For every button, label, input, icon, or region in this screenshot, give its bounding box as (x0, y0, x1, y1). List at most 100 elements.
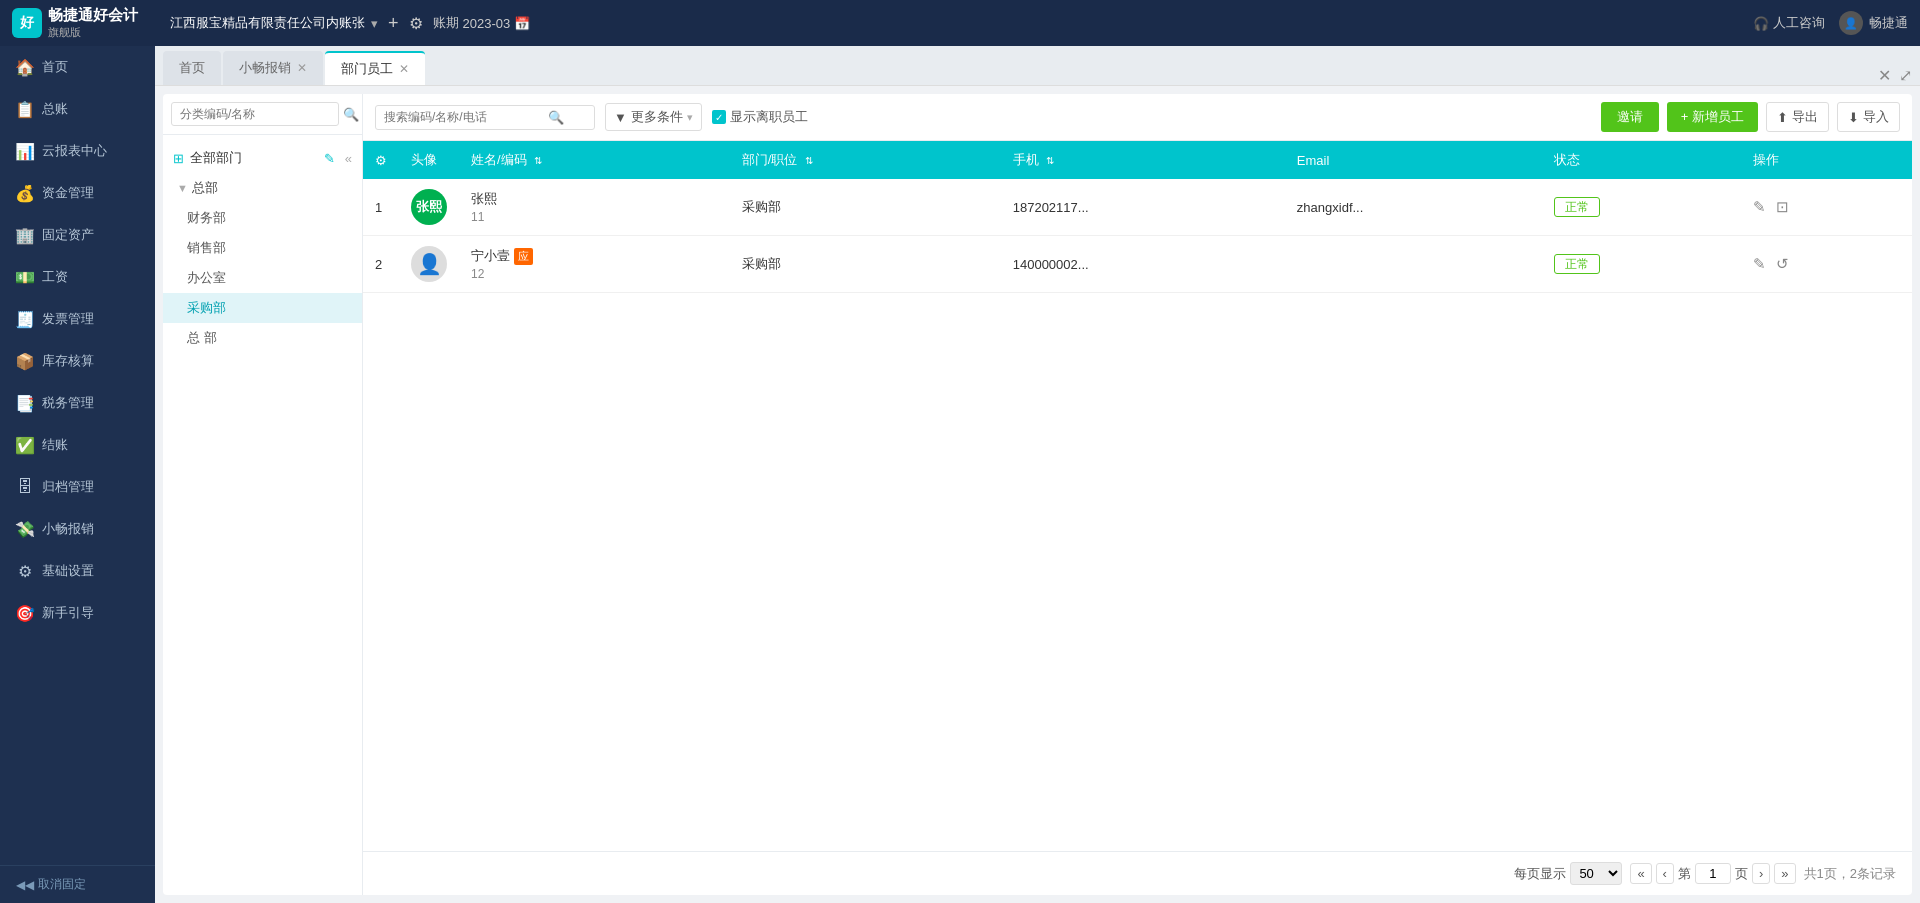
sidebar-item-label: 发票管理 (42, 310, 94, 328)
dept-node-finance[interactable]: 财务部 (163, 203, 362, 233)
tabs-bar: 首页 小畅报销 ✕ 部门员工 ✕ ✕ ⤢ (155, 46, 1920, 86)
topbar-right: 🎧 人工咨询 👤 畅捷通 (1753, 11, 1908, 35)
dept-root-all[interactable]: ⊞ 全部部门 ✎ « (163, 143, 362, 173)
page-label-suffix: 页 (1735, 865, 1748, 883)
sidebar-item-guide[interactable]: 🎯 新手引导 (0, 592, 155, 634)
assets-icon: 🏢 (16, 226, 34, 244)
dept-node-office[interactable]: 办公室 (163, 263, 362, 293)
sidebar-item-assets[interactable]: 🏢 固定资产 (0, 214, 155, 256)
sort-arrows-dept: ⇅ (805, 155, 813, 166)
sidebar-item-checkout[interactable]: ✅ 结账 (0, 424, 155, 466)
cancel-fixed-button[interactable]: ◀◀ 取消固定 (0, 865, 155, 903)
main-layout: 🏠 首页 📋 总账 📊 云报表中心 💰 资金管理 🏢 固定资产 💵 工资 🧾 发… (0, 46, 1920, 903)
dept-node-sales[interactable]: 销售部 (163, 233, 362, 263)
th-phone[interactable]: 手机 ⇅ (1001, 141, 1285, 179)
search-icon[interactable]: 🔍 (343, 107, 359, 122)
prev-page-button[interactable]: ‹ (1656, 863, 1674, 884)
sidebar-item-home[interactable]: 🏠 首页 (0, 46, 155, 88)
dept-group-label: 总部 (192, 179, 218, 197)
search-input[interactable] (384, 110, 544, 124)
first-page-button[interactable]: « (1630, 863, 1651, 884)
tab-close-icon[interactable]: ✕ (297, 61, 307, 75)
th-name[interactable]: 姓名/编码 ⇅ (459, 141, 730, 179)
show-resigned-toggle[interactable]: ✓ 显示离职员工 (712, 108, 808, 126)
th-settings[interactable]: ⚙ (363, 141, 399, 179)
calendar-icon[interactable]: 📅 (514, 16, 530, 31)
tax-icon: 📑 (16, 394, 34, 412)
row-email: zhangxidf... (1285, 179, 1542, 236)
logout-icon[interactable]: ⊡ (1776, 198, 1789, 216)
per-page-select[interactable]: 50 20 100 (1570, 862, 1622, 885)
row-status: 正常 (1542, 179, 1741, 236)
import-button[interactable]: ⬇ 导入 (1837, 102, 1900, 132)
sidebar-item-funds[interactable]: 💰 资金管理 (0, 172, 155, 214)
edit-icon[interactable]: ✎ (324, 151, 335, 166)
checkbox-resigned[interactable]: ✓ (712, 110, 726, 124)
sidebar-item-label: 库存核算 (42, 352, 94, 370)
close-tab-button[interactable]: ✕ (1878, 66, 1891, 85)
next-page-button[interactable]: › (1752, 863, 1770, 884)
settings-icon[interactable]: ⚙ (409, 14, 423, 33)
dept-node-purchase[interactable]: 采购部 (163, 293, 362, 323)
search-icon[interactable]: 🔍 (548, 110, 564, 125)
sidebar-item-expense[interactable]: 💸 小畅报销 (0, 508, 155, 550)
page-input[interactable] (1695, 863, 1731, 884)
export-button[interactable]: ⬆ 导出 (1766, 102, 1829, 132)
sidebar-item-invoice[interactable]: 🧾 发票管理 (0, 298, 155, 340)
dept-node-label: 销售部 (187, 239, 226, 257)
page-size-select: 每页显示 50 20 100 (1514, 862, 1622, 885)
add-tab-button[interactable]: + (388, 13, 399, 34)
sidebar-item-settings[interactable]: ⚙ 基础设置 (0, 550, 155, 592)
sidebar-item-label: 结账 (42, 436, 68, 454)
page-content: 🔍 ⊞ 全部部门 ✎ « ▼ 总部 财务部 (163, 94, 1912, 895)
sidebar-item-label: 税务管理 (42, 394, 94, 412)
status-badge: 正常 (1554, 254, 1600, 274)
sidebar-item-archive[interactable]: 🗄 归档管理 (0, 466, 155, 508)
last-page-button[interactable]: » (1774, 863, 1795, 884)
tab-close-icon[interactable]: ✕ (399, 62, 409, 76)
add-employee-button[interactable]: + 新增员工 (1667, 102, 1758, 132)
grid-icon: ⊞ (173, 151, 184, 166)
table-wrapper: ⚙ 头像 姓名/编码 ⇅ 部门/职位 ⇅ 手机 ⇅ Email 状态 操作 (363, 141, 1912, 851)
edit-icon[interactable]: ✎ (1753, 255, 1766, 273)
sidebar-item-ledger[interactable]: 📋 总账 (0, 88, 155, 130)
edit-icon[interactable]: ✎ (1753, 198, 1766, 216)
sidebar-item-label: 固定资产 (42, 226, 94, 244)
expand-tab-button[interactable]: ⤢ (1899, 66, 1912, 85)
import-label: 导入 (1863, 108, 1889, 126)
company-selector[interactable]: 江西服宝精品有限责任公司内账张 ▾ (170, 14, 378, 32)
employee-name: 张熙 (471, 190, 718, 208)
pagination: 每页显示 50 20 100 « ‹ 第 页 › (363, 851, 1912, 895)
delete-icon[interactable]: ↺ (1776, 255, 1789, 273)
invite-button[interactable]: 邀请 (1601, 102, 1659, 132)
row-index: 1 (363, 179, 399, 236)
tab-department[interactable]: 部门员工 ✕ (325, 51, 425, 85)
tab-home[interactable]: 首页 (163, 51, 221, 85)
import-icon: ⬇ (1848, 110, 1859, 125)
sidebar-item-salary[interactable]: 💵 工资 (0, 256, 155, 298)
dept-tree: ⊞ 全部部门 ✎ « ▼ 总部 财务部 销售部 (163, 135, 362, 895)
sidebar-item-tax[interactable]: 📑 税务管理 (0, 382, 155, 424)
row-avatar: 👤 (399, 236, 459, 293)
total-info: 共1页，2条记录 (1804, 865, 1896, 883)
sidebar-item-reports[interactable]: 📊 云报表中心 (0, 130, 155, 172)
service-button[interactable]: 🎧 人工咨询 (1753, 14, 1825, 32)
dept-search-input[interactable] (171, 102, 339, 126)
filter-icon: ▼ (614, 110, 627, 125)
arrow-down-icon: ▼ (177, 182, 188, 194)
tab-label: 小畅报销 (239, 59, 291, 77)
sidebar-item-inventory[interactable]: 📦 库存核算 (0, 340, 155, 382)
collapse-icon[interactable]: « (345, 151, 352, 166)
gear-icon[interactable]: ⚙ (375, 153, 387, 168)
page-label-prefix: 第 (1678, 865, 1691, 883)
toolbar-right: 邀请 + 新增员工 ⬆ 导出 ⬇ 导入 (1601, 102, 1900, 132)
search-box: 🔍 (375, 105, 595, 130)
expense-icon: 💸 (16, 520, 34, 538)
tab-expense[interactable]: 小畅报销 ✕ (223, 51, 323, 85)
user-info[interactable]: 👤 畅捷通 (1839, 11, 1908, 35)
th-dept[interactable]: 部门/职位 ⇅ (730, 141, 1001, 179)
row-status: 正常 (1542, 236, 1741, 293)
dept-node-general[interactable]: 总 部 (163, 323, 362, 353)
filter-button[interactable]: ▼ 更多条件 ▾ (605, 103, 702, 131)
dept-group-headquarters[interactable]: ▼ 总部 (163, 173, 362, 203)
